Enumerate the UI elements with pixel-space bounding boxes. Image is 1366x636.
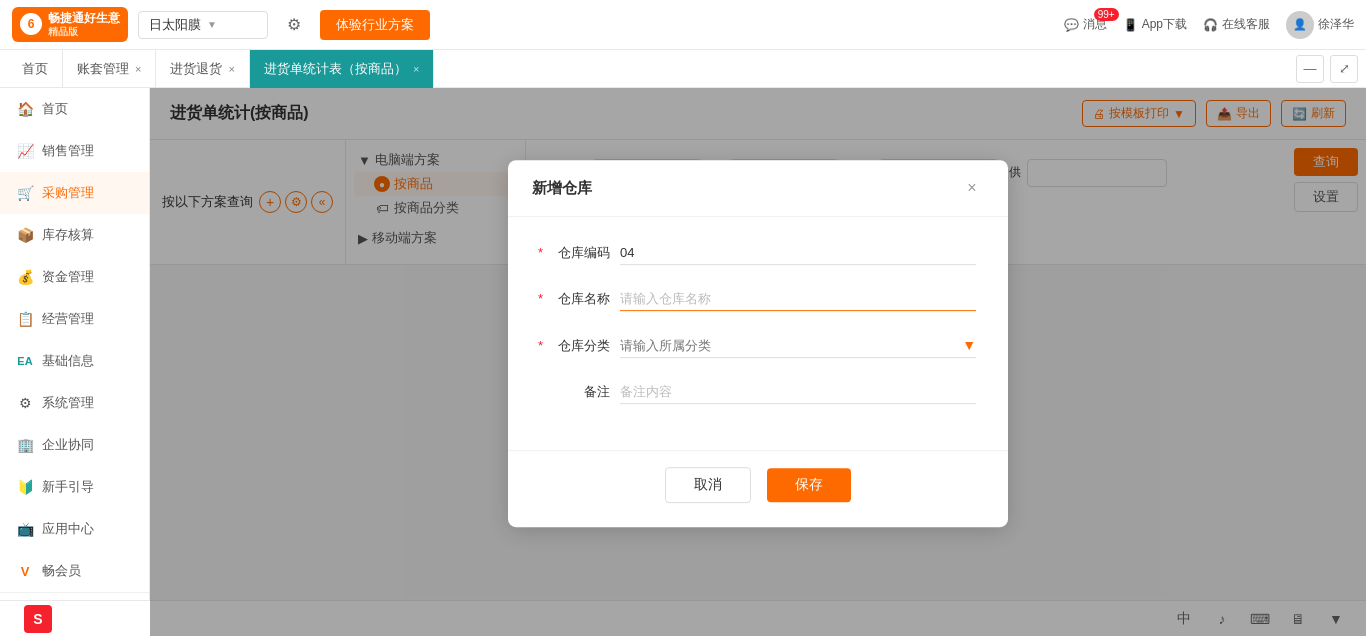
s-logo-icon: S bbox=[24, 605, 52, 633]
form-label-name: 仓库名称 bbox=[540, 290, 620, 308]
basic-info-icon: EA bbox=[16, 352, 34, 370]
logo: 6 畅捷通好生意 精品版 bbox=[12, 7, 128, 41]
tab-purchase-return-close[interactable]: × bbox=[228, 63, 234, 75]
cancel-button[interactable]: 取消 bbox=[665, 467, 751, 503]
form-label-code: 仓库编码 bbox=[540, 244, 620, 262]
modal-footer: 取消 保存 bbox=[508, 450, 1008, 527]
form-row-category: 仓库分类 ▼ bbox=[540, 333, 976, 358]
bottom-logo: S bbox=[24, 605, 52, 633]
tab-purchase-stats-close[interactable]: × bbox=[413, 63, 419, 75]
inventory-icon: 📦 bbox=[16, 226, 34, 244]
modal-body: 仓库编码 仓库名称 仓库分类 ▼ bbox=[508, 217, 1008, 450]
app-download-button[interactable]: 📱 App下载 bbox=[1123, 16, 1187, 33]
messages-button[interactable]: 💬 消息 99+ bbox=[1064, 16, 1107, 33]
logo-text: 畅捷通好生意 精品版 bbox=[48, 11, 120, 37]
tab-home[interactable]: 首页 bbox=[8, 50, 63, 88]
service-icon: 🎧 bbox=[1203, 18, 1218, 32]
sidebar: 🏠 首页 📈 销售管理 🛒 采购管理 📦 库存核算 💰 资金管理 📋 经营管理 … bbox=[0, 88, 150, 636]
tab-bar: 首页 账套管理 × 进货退货 × 进货单统计表（按商品） × — ⤢ bbox=[0, 50, 1366, 88]
modal-close-button[interactable]: × bbox=[960, 176, 984, 200]
messages-badge: 99+ bbox=[1094, 8, 1119, 21]
main-layout: 🏠 首页 📈 销售管理 🛒 采购管理 📦 库存核算 💰 资金管理 📋 经营管理 … bbox=[0, 88, 1366, 636]
tab-accounts-close[interactable]: × bbox=[135, 63, 141, 75]
app-icon: 📱 bbox=[1123, 18, 1138, 32]
top-header: 6 畅捷通好生意 精品版 日太阳膜 ▼ ⚙ 体验行业方案 💬 消息 99+ 📱 … bbox=[0, 0, 1366, 50]
newbie-icon: 🔰 bbox=[16, 478, 34, 496]
category-dropdown-icon: ▼ bbox=[962, 337, 976, 353]
tab-purchase-return[interactable]: 进货退货 × bbox=[156, 50, 249, 88]
tab-purchase-stats[interactable]: 进货单统计表（按商品） × bbox=[250, 50, 434, 88]
modal-header: 新增仓库 × bbox=[508, 160, 1008, 217]
content-area: 进货单统计(按商品) 🖨 按模板打印 ▼ 📤 导出 🔄 刷新 bbox=[150, 88, 1366, 636]
tab-accounts[interactable]: 账套管理 × bbox=[63, 50, 156, 88]
modal-title: 新增仓库 bbox=[532, 179, 592, 198]
app-center-icon: 📺 bbox=[16, 520, 34, 538]
sidebar-item-finance[interactable]: 💰 资金管理 bbox=[0, 256, 149, 298]
store-selector[interactable]: 日太阳膜 ▼ bbox=[138, 11, 268, 39]
form-label-remark: 备注 bbox=[540, 383, 620, 401]
home-icon: 🏠 bbox=[16, 100, 34, 118]
form-row-remark: 备注 bbox=[540, 380, 976, 404]
sidebar-item-operations[interactable]: 📋 经营管理 bbox=[0, 298, 149, 340]
system-icon: ⚙ bbox=[16, 394, 34, 412]
user-avatar: 👤 bbox=[1286, 11, 1314, 39]
sidebar-item-home[interactable]: 🏠 首页 bbox=[0, 88, 149, 130]
sidebar-item-sales[interactable]: 📈 销售管理 bbox=[0, 130, 149, 172]
add-warehouse-modal: 新增仓库 × 仓库编码 仓库名称 仓库分类 bbox=[508, 160, 1008, 527]
header-right: 💬 消息 99+ 📱 App下载 🎧 在线客服 👤 徐泽华 bbox=[1064, 11, 1354, 39]
finance-icon: 💰 bbox=[16, 268, 34, 286]
operations-icon: 📋 bbox=[16, 310, 34, 328]
message-icon: 💬 bbox=[1064, 18, 1079, 32]
tab-minimize[interactable]: — bbox=[1296, 55, 1324, 83]
online-service-button[interactable]: 🎧 在线客服 bbox=[1203, 16, 1270, 33]
tab-maximize[interactable]: ⤢ bbox=[1330, 55, 1358, 83]
purchase-icon: 🛒 bbox=[16, 184, 34, 202]
sidebar-item-newbie[interactable]: 🔰 新手引导 bbox=[0, 466, 149, 508]
warehouse-category-input[interactable] bbox=[620, 338, 962, 353]
store-selector-arrow: ▼ bbox=[207, 19, 217, 30]
save-button[interactable]: 保存 bbox=[767, 468, 851, 502]
sidebar-item-enterprise[interactable]: 🏢 企业协同 bbox=[0, 424, 149, 466]
sidebar-item-system[interactable]: ⚙ 系统管理 bbox=[0, 382, 149, 424]
tab-actions: — ⤢ bbox=[1296, 55, 1358, 83]
form-row-code: 仓库编码 bbox=[540, 241, 976, 265]
trial-button[interactable]: 体验行业方案 bbox=[320, 10, 430, 40]
warehouse-code-input[interactable] bbox=[620, 241, 976, 265]
sidebar-item-basic-info[interactable]: EA 基础信息 bbox=[0, 340, 149, 382]
form-row-name: 仓库名称 bbox=[540, 287, 976, 311]
enterprise-icon: 🏢 bbox=[16, 436, 34, 454]
warehouse-category-select[interactable]: ▼ bbox=[620, 333, 976, 358]
sidebar-item-inventory[interactable]: 📦 库存核算 bbox=[0, 214, 149, 256]
settings-icon[interactable]: ⚙ bbox=[278, 9, 310, 41]
warehouse-name-input[interactable] bbox=[620, 287, 976, 311]
user-profile[interactable]: 👤 徐泽华 bbox=[1286, 11, 1354, 39]
form-label-category: 仓库分类 bbox=[540, 337, 620, 355]
sales-icon: 📈 bbox=[16, 142, 34, 160]
sidebar-item-membership[interactable]: V 畅会员 bbox=[0, 550, 149, 592]
logo-icon: 6 bbox=[20, 13, 42, 35]
membership-icon: V bbox=[16, 562, 34, 580]
sidebar-item-app-center[interactable]: 📺 应用中心 bbox=[0, 508, 149, 550]
sidebar-item-purchase[interactable]: 🛒 采购管理 bbox=[0, 172, 149, 214]
warehouse-remark-input[interactable] bbox=[620, 380, 976, 404]
